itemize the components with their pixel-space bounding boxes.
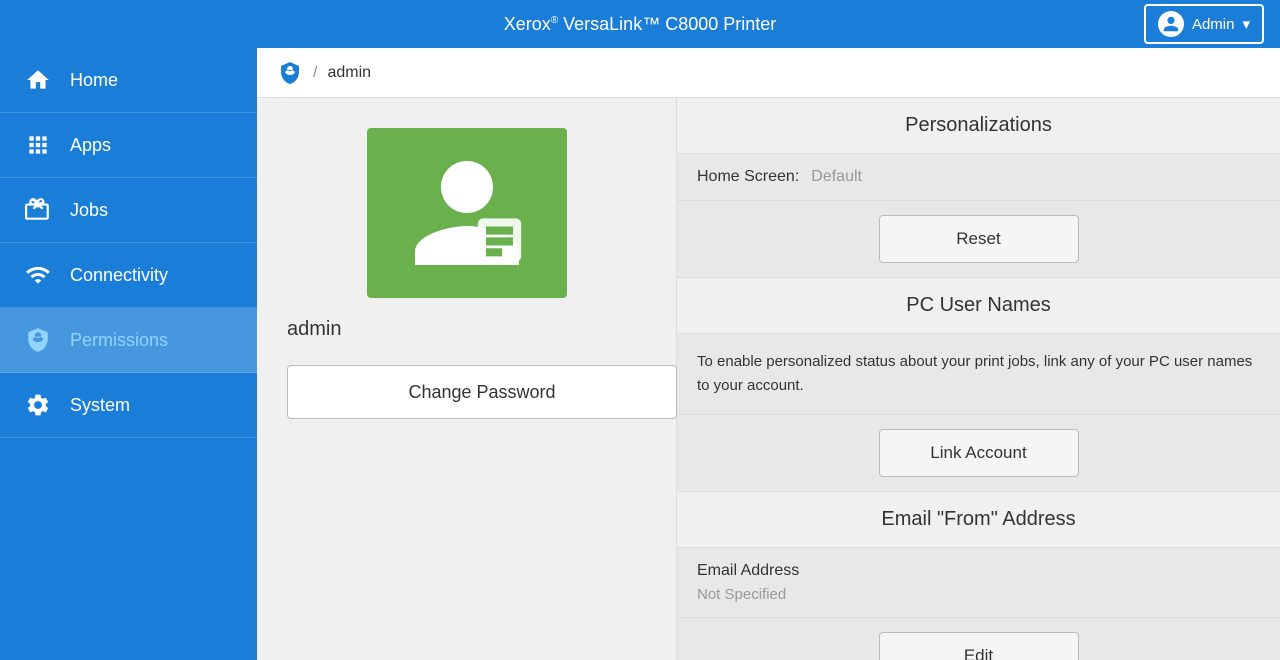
email-from-header: Email "From" Address [677,492,1280,548]
email-address-label: Email Address [697,562,1260,580]
admin-label: Admin [1192,16,1235,33]
link-account-button[interactable]: Link Account [879,429,1079,477]
reset-button[interactable]: Reset [879,215,1079,263]
main-content: / admin admin Change Password [257,48,1280,660]
admin-button[interactable]: Admin ▾ [1144,4,1264,44]
home-screen-value: Default [811,168,862,186]
personalizations-body: Home Screen: Default Reset [677,154,1280,278]
sidebar-item-home[interactable]: Home [0,48,257,113]
connectivity-icon [24,261,52,289]
sidebar-item-system-label: System [70,395,130,416]
sidebar-item-system[interactable]: System [0,373,257,438]
reset-button-row: Reset [677,201,1280,277]
personalizations-header: Personalizations [677,98,1280,154]
permissions-icon [24,326,52,354]
edit-button[interactable]: Edit [879,632,1079,660]
content-area: admin Change Password Personalizations H… [257,98,1280,660]
link-account-button-row: Link Account [677,415,1280,491]
jobs-icon [24,196,52,224]
change-password-button[interactable]: Change Password [287,365,677,419]
home-screen-label: Home Screen: [697,168,799,186]
left-panel: admin Change Password [257,98,677,660]
admin-avatar-icon [1158,11,1184,37]
avatar [367,128,567,298]
right-panel: Personalizations Home Screen: Default Re… [677,98,1280,660]
apps-icon [24,131,52,159]
pc-user-names-body: To enable personalized status about your… [677,334,1280,492]
email-from-body: Email Address Not Specified Edit [677,548,1280,660]
sidebar-item-jobs[interactable]: Jobs [0,178,257,243]
home-icon [24,66,52,94]
sidebar-item-permissions-label: Permissions [70,330,168,351]
breadcrumb-page: admin [327,64,371,82]
username: admin [287,318,341,341]
header: Xerox® VersaLink™ C8000 Printer Admin ▾ [0,0,1280,48]
home-screen-row: Home Screen: Default [677,154,1280,201]
pc-user-description: To enable personalized status about your… [677,334,1280,415]
edit-button-row: Edit [677,618,1280,660]
main-layout: Home Apps Jobs Connectivity [0,48,1280,660]
pc-user-names-header: PC User Names [677,278,1280,334]
sidebar-item-jobs-label: Jobs [70,200,108,221]
sidebar-item-connectivity-label: Connectivity [70,265,168,286]
system-icon [24,391,52,419]
breadcrumb-icon [277,60,303,86]
breadcrumb-separator: / [313,64,317,82]
sidebar-item-apps[interactable]: Apps [0,113,257,178]
sidebar: Home Apps Jobs Connectivity [0,48,257,660]
email-address-value: Not Specified [697,586,1260,603]
sidebar-item-apps-label: Apps [70,135,111,156]
breadcrumb: / admin [257,48,1280,98]
chevron-down-icon: ▾ [1242,15,1250,33]
sidebar-item-permissions[interactable]: Permissions [0,308,257,373]
sidebar-item-home-label: Home [70,70,118,91]
sidebar-item-connectivity[interactable]: Connectivity [0,243,257,308]
email-address-row: Email Address Not Specified [677,548,1280,618]
header-title: Xerox® VersaLink™ C8000 Printer [504,14,777,35]
